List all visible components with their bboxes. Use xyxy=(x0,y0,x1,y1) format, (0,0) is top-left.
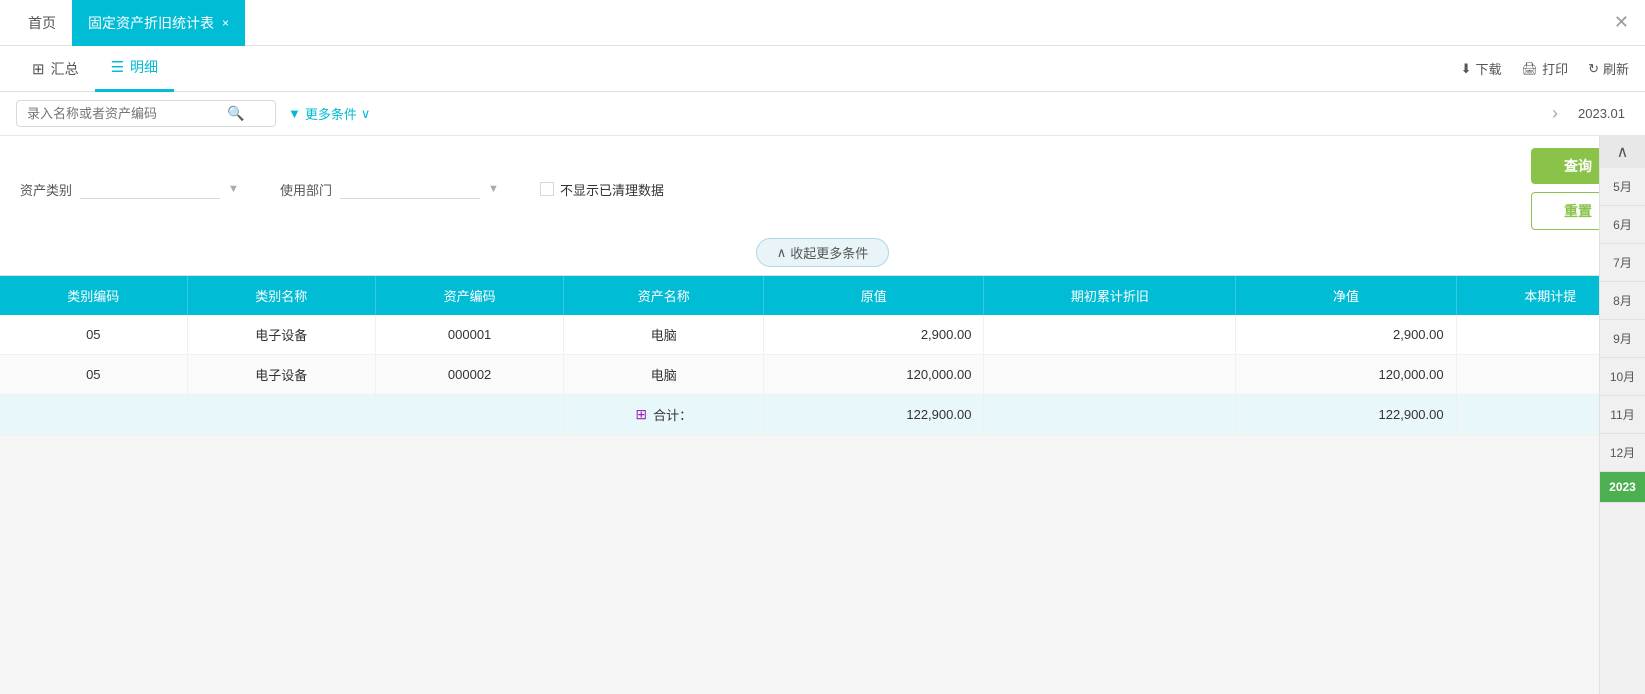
cell-original-value: 120,000.00 xyxy=(764,355,984,395)
tab-bar: ⊞ 汇总 ☰ 明细 ⬇ 下载 🖨 打印 ↻ 刷新 xyxy=(0,46,1645,92)
search-input-wrap[interactable]: 🔍 xyxy=(16,100,276,127)
col-category-name: 类别名称 xyxy=(187,276,375,315)
nav-home[interactable]: 首页 xyxy=(16,13,68,33)
side-date-5[interactable]: 5月 xyxy=(1600,168,1645,206)
no-cleared-checkbox[interactable] xyxy=(540,182,554,196)
use-dept-input[interactable] xyxy=(340,179,480,199)
search-input[interactable] xyxy=(27,106,227,121)
collapse-up-icon: ∧ xyxy=(777,245,787,261)
detail-icon: ☰ xyxy=(111,58,124,76)
collapse-label: 收起更多条件 xyxy=(790,243,868,262)
download-label: 下载 xyxy=(1476,59,1502,78)
cell-accumulated-depreciation xyxy=(984,355,1236,395)
expand-panel-btn[interactable]: › xyxy=(1552,103,1558,124)
col-category-code: 类别编码 xyxy=(0,276,187,315)
print-btn[interactable]: 🖨 打印 xyxy=(1522,59,1569,78)
window-close-btn[interactable]: ✕ xyxy=(1614,12,1629,33)
cell-net-value: 2,900.00 xyxy=(1236,315,1456,355)
print-label: 打印 xyxy=(1542,59,1568,78)
asset-type-label: 资产类别 xyxy=(20,180,72,199)
filter-use-dept: 使用部门 ▼ xyxy=(280,179,500,199)
no-cleared-label: 不显示已清理数据 xyxy=(560,180,664,199)
use-dept-dropdown-icon[interactable]: ▼ xyxy=(488,183,499,195)
filter-row: 资产类别 ▼ 使用部门 ▼ 不显示已清理数据 查询 重置 xyxy=(20,148,1625,230)
side-date-8[interactable]: 8月 xyxy=(1600,282,1645,320)
more-conditions-label: 更多条件 xyxy=(305,104,357,123)
chevron-down-icon: ∨ xyxy=(361,106,371,122)
total-original-value: 122,900.00 xyxy=(764,395,984,435)
side-date-12[interactable]: 12月 xyxy=(1600,434,1645,472)
filter-panel: 资产类别 ▼ 使用部门 ▼ 不显示已清理数据 查询 重置 xyxy=(0,136,1645,276)
cell-category-name: 电子设备 xyxy=(187,355,375,395)
total-row: ⊞合计： 122,900.00 122,900.00 xyxy=(0,395,1645,435)
asset-table: 类别编码 类别名称 资产编码 资产名称 原值 期初累计折旧 净值 本期计提 05… xyxy=(0,276,1645,435)
refresh-btn[interactable]: ↻ 刷新 xyxy=(1588,59,1629,78)
active-tab-label: 固定资产折旧统计表 xyxy=(88,13,214,33)
no-cleared-group: 不显示已清理数据 xyxy=(540,180,664,199)
side-date-up-arrow[interactable]: ∧ xyxy=(1600,136,1645,168)
download-icon: ⬇ xyxy=(1461,61,1472,77)
tab-summary-label: 汇总 xyxy=(51,59,79,79)
filter-asset-type: 资产类别 ▼ xyxy=(20,179,240,199)
side-date-10[interactable]: 10月 xyxy=(1600,358,1645,396)
side-date-panel: ∧ 5月 6月 7月 8月 9月 10月 11月 12月 2023 xyxy=(1599,136,1645,694)
cell-category-name: 电子设备 xyxy=(187,315,375,355)
use-dept-label: 使用部门 xyxy=(280,180,332,199)
cell-original-value: 2,900.00 xyxy=(764,315,984,355)
total-accumulated-depreciation xyxy=(984,395,1236,435)
download-btn[interactable]: ⬇ 下载 xyxy=(1461,59,1502,78)
table-row: 05 电子设备 000002 电脑 120,000.00 120,000.00 xyxy=(0,355,1645,395)
total-label: ⊞合计： xyxy=(564,395,764,435)
collapse-row: ∧ 收起更多条件 xyxy=(20,230,1625,267)
side-date-year[interactable]: 2023 xyxy=(1600,472,1645,503)
col-asset-name: 资产名称 xyxy=(564,276,764,315)
table-header-row: 类别编码 类别名称 资产编码 资产名称 原值 期初累计折旧 净值 本期计提 xyxy=(0,276,1645,315)
col-accumulated-depreciation: 期初累计折旧 xyxy=(984,276,1236,315)
tab-summary[interactable]: ⊞ 汇总 xyxy=(16,46,95,92)
more-conditions-btn[interactable]: ▼ 更多条件 ∨ xyxy=(288,104,370,123)
side-date-6[interactable]: 6月 xyxy=(1600,206,1645,244)
tab-detail-label: 明细 xyxy=(130,57,158,77)
search-icon[interactable]: 🔍 xyxy=(227,105,244,122)
cell-asset-name: 电脑 xyxy=(564,315,764,355)
side-date-11[interactable]: 11月 xyxy=(1600,396,1645,434)
total-label-cell xyxy=(0,395,564,435)
active-tab[interactable]: 固定资产折旧统计表 × xyxy=(72,0,245,46)
cell-asset-code: 000002 xyxy=(375,355,563,395)
cell-asset-name: 电脑 xyxy=(564,355,764,395)
refresh-label: 刷新 xyxy=(1603,59,1629,78)
summary-icon: ⊞ xyxy=(32,60,45,78)
cell-net-value: 120,000.00 xyxy=(1236,355,1456,395)
date-display: 2023.01 xyxy=(1578,106,1625,121)
asset-type-dropdown-icon[interactable]: ▼ xyxy=(228,183,239,195)
col-original-value: 原值 xyxy=(764,276,984,315)
cell-category-code: 05 xyxy=(0,315,187,355)
side-date-7[interactable]: 7月 xyxy=(1600,244,1645,282)
tab-close-btn[interactable]: × xyxy=(222,16,229,30)
refresh-icon: ↻ xyxy=(1588,61,1599,77)
side-date-9[interactable]: 9月 xyxy=(1600,320,1645,358)
cell-category-code: 05 xyxy=(0,355,187,395)
total-net-value: 122,900.00 xyxy=(1236,395,1456,435)
tab-detail[interactable]: ☰ 明细 xyxy=(95,46,174,92)
cell-accumulated-depreciation xyxy=(984,315,1236,355)
filter-icon: ▼ xyxy=(288,106,301,121)
tab-actions: ⬇ 下载 🖨 打印 ↻ 刷新 xyxy=(1461,59,1629,78)
print-icon: 🖨 xyxy=(1522,61,1539,77)
sum-icon: ⊞ xyxy=(635,406,647,423)
search-bar: 🔍 ▼ 更多条件 ∨ › 2023.01 xyxy=(0,92,1645,136)
content-area: 资产类别 ▼ 使用部门 ▼ 不显示已清理数据 查询 重置 xyxy=(0,136,1645,435)
table-row: 05 电子设备 000001 电脑 2,900.00 2,900.00 xyxy=(0,315,1645,355)
table-wrap: 类别编码 类别名称 资产编码 资产名称 原值 期初累计折旧 净值 本期计提 05… xyxy=(0,276,1645,435)
top-nav: 首页 固定资产折旧统计表 × ✕ xyxy=(0,0,1645,46)
cell-asset-code: 000001 xyxy=(375,315,563,355)
col-asset-code: 资产编码 xyxy=(375,276,563,315)
left-content: 资产类别 ▼ 使用部门 ▼ 不显示已清理数据 查询 重置 xyxy=(0,136,1645,435)
asset-type-input[interactable] xyxy=(80,179,220,199)
collapse-btn[interactable]: ∧ 收起更多条件 xyxy=(756,238,890,267)
col-net-value: 净值 xyxy=(1236,276,1456,315)
